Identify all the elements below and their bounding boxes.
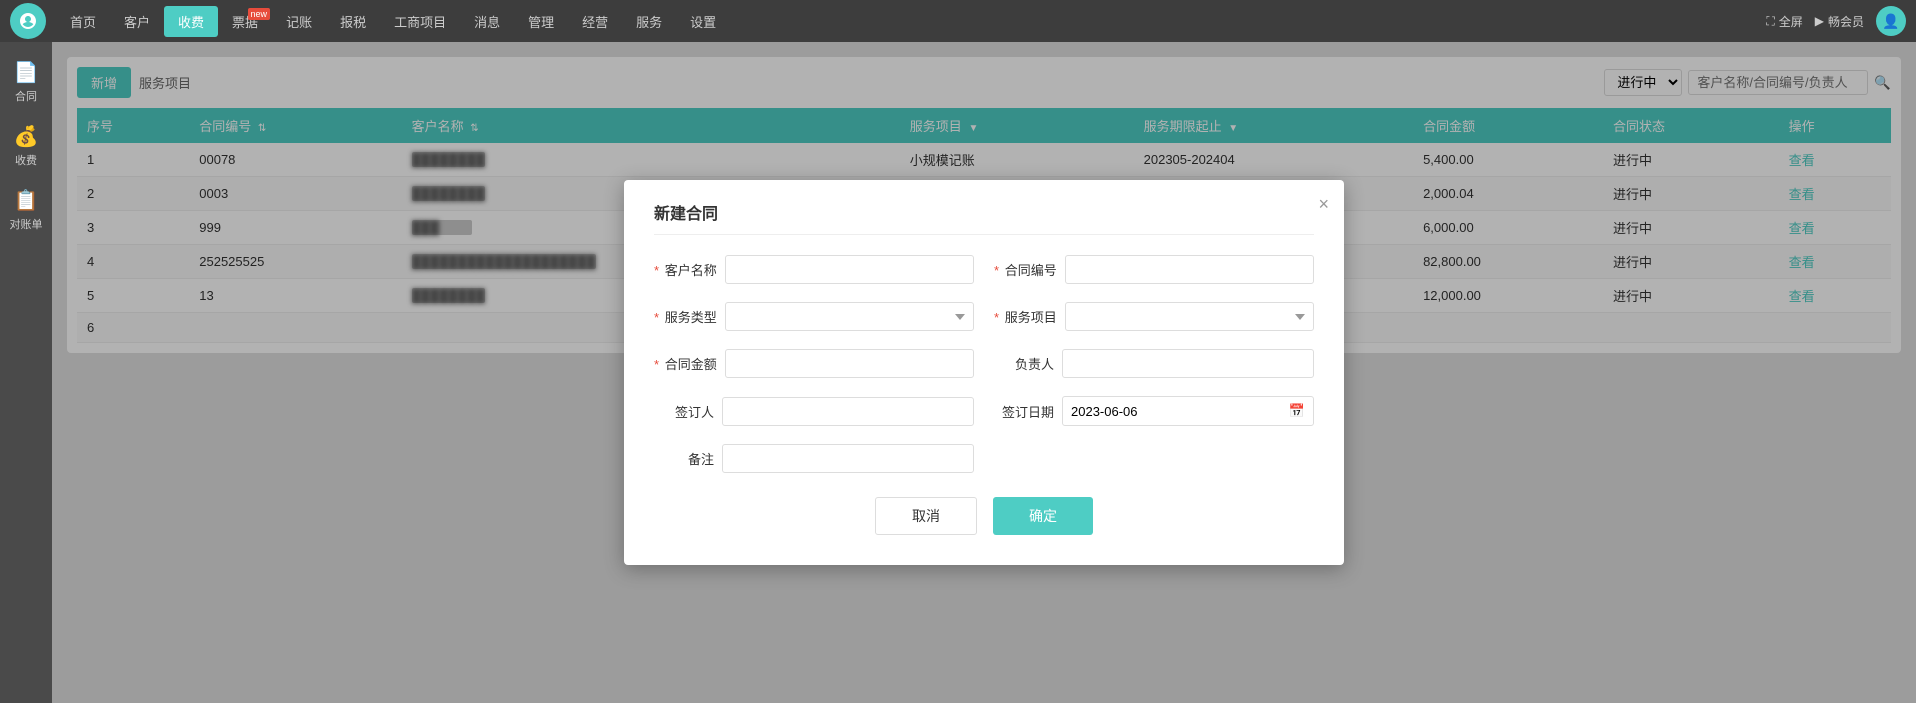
app-logo bbox=[10, 3, 46, 39]
sidebar-contract-label: 合同 bbox=[15, 88, 37, 104]
content-area: 新增 服务项目 进行中 已结束 全部 🔍 bbox=[52, 42, 1916, 703]
fee-icon: 💰 bbox=[14, 124, 39, 149]
sign-date-field[interactable]: 2023-06-06 📅 bbox=[1062, 396, 1314, 426]
form-row-5: 备注 bbox=[654, 444, 1314, 473]
left-sidebar: 📄 合同 💰 收费 📋 对账单 bbox=[0, 42, 52, 703]
spacer bbox=[994, 444, 1314, 473]
service-type-label: * 服务类型 bbox=[654, 307, 717, 326]
nav-message[interactable]: 消息 bbox=[460, 6, 514, 37]
nav-bill[interactable]: 票据 new bbox=[218, 6, 272, 37]
form-group-amount: * 合同金额 0.00 bbox=[654, 349, 974, 378]
contract-no-input[interactable] bbox=[1065, 255, 1314, 284]
nav-items: 首页 客户 收费 票据 new 记账 报税 工商项目 消息 管理 经营 服务 设… bbox=[56, 6, 1766, 37]
modal-footer: 取消 确定 bbox=[654, 497, 1314, 535]
form-group-service-type: * 服务类型 bbox=[654, 302, 974, 331]
fullscreen-icon: ⛶ bbox=[1766, 14, 1774, 29]
nav-client[interactable]: 客户 bbox=[110, 6, 164, 37]
sidebar-fee-label: 收费 bbox=[15, 152, 37, 168]
client-name-label: * 客户名称 bbox=[654, 260, 717, 279]
responsible-input[interactable] bbox=[1062, 349, 1314, 378]
sidebar-item-contract[interactable]: 📄 合同 bbox=[0, 52, 52, 112]
cancel-button[interactable]: 取消 bbox=[875, 497, 977, 535]
contract-no-label: * 合同编号 bbox=[994, 260, 1057, 279]
modal-overlay: 新建合同 × * 客户名称 * 合同编号 bbox=[52, 42, 1916, 703]
vip-button[interactable]: ▶ 畅会员 bbox=[1815, 13, 1864, 30]
remark-label: 备注 bbox=[654, 449, 714, 468]
amount-input[interactable]: 0.00 bbox=[725, 349, 974, 378]
nav-settings[interactable]: 设置 bbox=[676, 6, 730, 37]
sign-date-label: 签订日期 bbox=[994, 402, 1054, 421]
sidebar-item-statement[interactable]: 📋 对账单 bbox=[0, 180, 52, 240]
sidebar-statement-label: 对账单 bbox=[10, 216, 43, 232]
nav-fee[interactable]: 收费 bbox=[164, 6, 218, 37]
form-group-contract-no: * 合同编号 bbox=[994, 255, 1314, 284]
nav-business[interactable]: 工商项目 bbox=[380, 6, 460, 37]
sidebar-item-fee[interactable]: 💰 收费 bbox=[0, 116, 52, 176]
form-row-1: * 客户名称 * 合同编号 bbox=[654, 255, 1314, 284]
modal-title: 新建合同 bbox=[654, 200, 1314, 235]
vip-icon: ▶ bbox=[1815, 14, 1824, 28]
form-row-2: * 服务类型 * 服务项目 bbox=[654, 302, 1314, 331]
confirm-button[interactable]: 确定 bbox=[993, 497, 1093, 535]
fullscreen-label: 全屏 bbox=[1779, 13, 1803, 30]
calendar-icon: 📅 bbox=[1289, 403, 1305, 419]
nav-operation[interactable]: 经营 bbox=[568, 6, 622, 37]
form-group-signer: 签订人 bbox=[654, 396, 974, 426]
nav-tax[interactable]: 报税 bbox=[326, 6, 380, 37]
nav-bookkeeping[interactable]: 记账 bbox=[272, 6, 326, 37]
statement-icon: 📋 bbox=[14, 188, 39, 213]
form-group-sign-date: 签订日期 2023-06-06 📅 bbox=[994, 396, 1314, 426]
form-group-client: * 客户名称 bbox=[654, 255, 974, 284]
form-row-4: 签订人 签订日期 2023-06-06 📅 bbox=[654, 396, 1314, 426]
fullscreen-button[interactable]: ⛶ 全屏 bbox=[1766, 13, 1802, 30]
nav-home[interactable]: 首页 bbox=[56, 6, 110, 37]
service-item-label: * 服务项目 bbox=[994, 307, 1057, 326]
sign-date-value: 2023-06-06 bbox=[1071, 404, 1138, 419]
form-group-responsible: 负责人 bbox=[994, 349, 1314, 378]
responsible-label: 负责人 bbox=[994, 354, 1054, 373]
form-group-remark: 备注 bbox=[654, 444, 974, 473]
signer-label: 签订人 bbox=[654, 402, 714, 421]
remark-input[interactable] bbox=[722, 444, 974, 473]
new-contract-modal: 新建合同 × * 客户名称 * 合同编号 bbox=[624, 180, 1344, 565]
service-type-select[interactable] bbox=[725, 302, 974, 331]
new-badge: new bbox=[248, 8, 271, 20]
vip-label: 畅会员 bbox=[1828, 13, 1864, 30]
service-item-select[interactable] bbox=[1065, 302, 1314, 331]
nav-right: ⛶ 全屏 ▶ 畅会员 👤 bbox=[1766, 6, 1906, 36]
nav-manage[interactable]: 管理 bbox=[514, 6, 568, 37]
form-row-3: * 合同金额 0.00 负责人 bbox=[654, 349, 1314, 378]
nav-service[interactable]: 服务 bbox=[622, 6, 676, 37]
avatar-icon: 👤 bbox=[1882, 13, 1899, 30]
client-name-input[interactable] bbox=[725, 255, 974, 284]
contract-icon: 📄 bbox=[14, 60, 39, 85]
form-group-service-item: * 服务项目 bbox=[994, 302, 1314, 331]
modal-close-button[interactable]: × bbox=[1318, 195, 1329, 213]
amount-label: * 合同金额 bbox=[654, 354, 717, 373]
main-layout: 📄 合同 💰 收费 📋 对账单 新增 服务项目 进行中 已结束 全部 bbox=[0, 42, 1916, 703]
signer-input[interactable] bbox=[722, 397, 974, 426]
top-navigation: 首页 客户 收费 票据 new 记账 报税 工商项目 消息 管理 经营 服务 设… bbox=[0, 0, 1916, 42]
user-avatar[interactable]: 👤 bbox=[1876, 6, 1906, 36]
